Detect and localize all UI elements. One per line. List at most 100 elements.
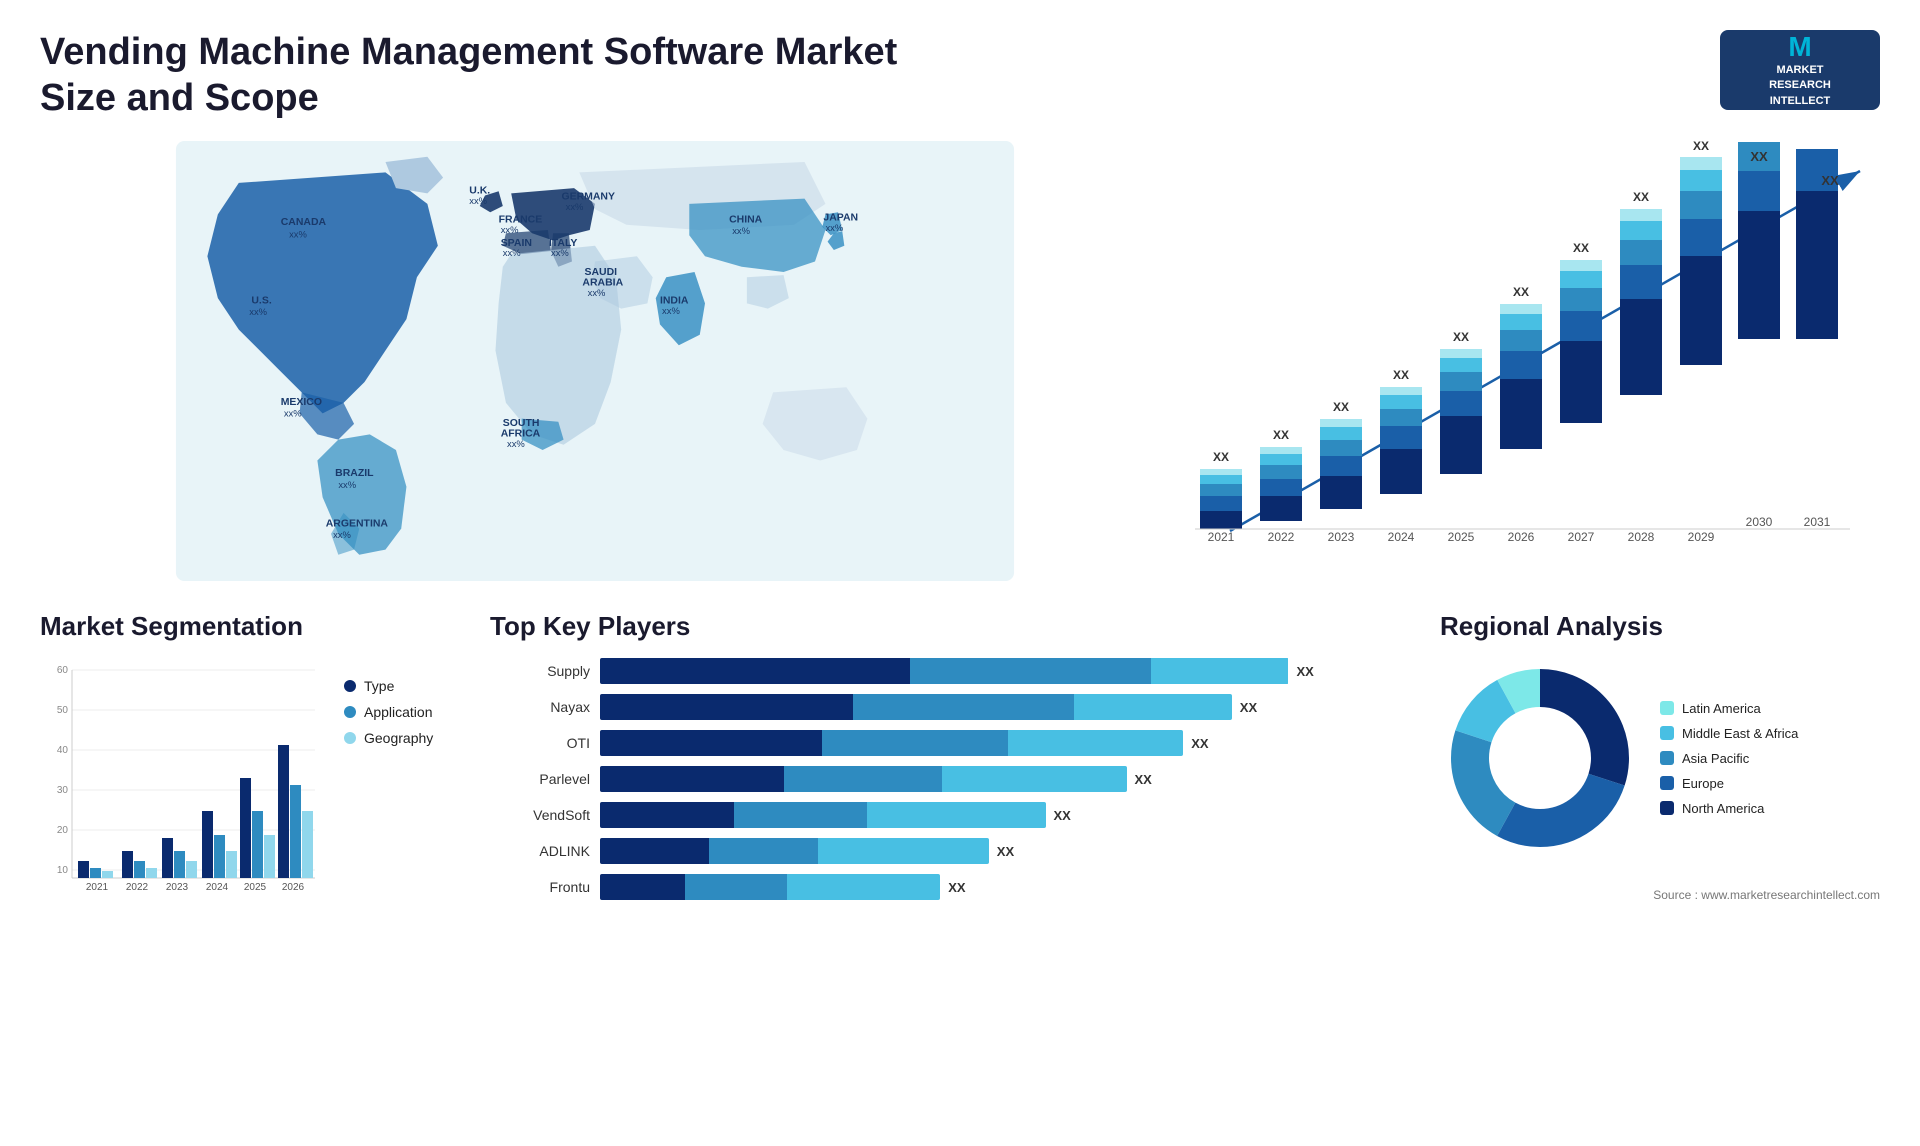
- player-bar-adlink: XX: [600, 838, 1410, 864]
- svg-text:2021: 2021: [1208, 530, 1235, 544]
- legend-label-application: Application: [364, 704, 433, 720]
- player-row-frontu: Frontu XX: [490, 874, 1410, 900]
- svg-text:xx%: xx%: [732, 225, 750, 236]
- svg-text:XX: XX: [1333, 400, 1349, 414]
- svg-text:xx%: xx%: [333, 529, 351, 540]
- regional-section: Regional Analysis: [1440, 611, 1880, 902]
- reg-legend-asia-pacific: Asia Pacific: [1660, 751, 1798, 766]
- svg-text:xx%: xx%: [469, 195, 487, 206]
- svg-text:2023: 2023: [166, 882, 189, 893]
- logo: M MARKET RESEARCH INTELLECT: [1720, 30, 1880, 110]
- legend-dot-application: [344, 706, 356, 718]
- regional-title: Regional Analysis: [1440, 611, 1880, 642]
- svg-text:60: 60: [57, 665, 69, 676]
- logo-content: M MARKET RESEARCH INTELLECT: [1769, 31, 1831, 109]
- legend-label-type: Type: [364, 678, 394, 694]
- svg-text:2028: 2028: [1628, 530, 1655, 544]
- svg-text:XX: XX: [1750, 149, 1768, 164]
- regional-content: Latin America Middle East & Africa Asia …: [1440, 658, 1880, 858]
- players-section: Top Key Players Supply XX Nayax: [490, 611, 1410, 910]
- player-row-parlevel: Parlevel XX: [490, 766, 1410, 792]
- svg-text:xx%: xx%: [588, 287, 606, 298]
- svg-text:30: 30: [57, 785, 69, 796]
- player-val-oti: XX: [1191, 736, 1208, 751]
- svg-text:XX: XX: [1693, 141, 1709, 153]
- svg-text:SAUDI: SAUDI: [585, 267, 618, 278]
- segmentation-section: Market Segmentation 60 50 40 30 20 10: [40, 611, 460, 898]
- svg-text:xx%: xx%: [249, 306, 267, 317]
- player-bar-oti: XX: [600, 730, 1410, 756]
- players-title: Top Key Players: [490, 611, 1410, 642]
- map-svg: CANADA xx% U.S. xx% MEXICO xx% BRAZIL xx…: [40, 141, 1150, 581]
- player-name-frontu: Frontu: [490, 879, 590, 895]
- player-row-vendsoft: VendSoft XX: [490, 802, 1410, 828]
- reg-legend-europe: Europe: [1660, 776, 1798, 791]
- svg-text:2022: 2022: [126, 882, 149, 893]
- legend-dot-type: [344, 680, 356, 692]
- svg-text:2021: 2021: [86, 882, 109, 893]
- svg-text:XX: XX: [1213, 450, 1229, 464]
- regional-legend: Latin America Middle East & Africa Asia …: [1660, 701, 1798, 816]
- legend-dot-geography: [344, 732, 356, 744]
- players-bars: Supply XX Nayax: [490, 658, 1410, 900]
- logo-box: M MARKET RESEARCH INTELLECT: [1720, 30, 1880, 110]
- svg-text:20: 20: [57, 825, 69, 836]
- legend-item-type: Type: [344, 678, 433, 694]
- svg-text:XX: XX: [1633, 190, 1649, 204]
- player-bar-vendsoft: XX: [600, 802, 1410, 828]
- source-text: Source : www.marketresearchintellect.com: [1440, 888, 1880, 902]
- svg-text:xx%: xx%: [825, 222, 843, 233]
- svg-text:2027: 2027: [1568, 530, 1595, 544]
- svg-text:xx%: xx%: [289, 229, 307, 240]
- player-bar-frontu: XX: [600, 874, 1410, 900]
- svg-text:2026: 2026: [1508, 530, 1535, 544]
- player-val-vendsoft: XX: [1054, 808, 1071, 823]
- svg-text:U.S.: U.S.: [251, 296, 271, 307]
- player-bar-supply: XX: [600, 658, 1410, 684]
- player-name-oti: OTI: [490, 735, 590, 751]
- legend-label-geography: Geography: [364, 730, 433, 746]
- reg-label-europe: Europe: [1682, 776, 1724, 791]
- page-title: Vending Machine Management Software Mark…: [40, 30, 940, 121]
- svg-text:XX: XX: [1513, 285, 1529, 299]
- reg-label-latin-america: Latin America: [1682, 701, 1761, 716]
- svg-text:2024: 2024: [206, 882, 229, 893]
- svg-text:2025: 2025: [244, 882, 267, 893]
- bar-chart: XX 2021 XX 2022 XX 2023 XX 20: [1180, 141, 1880, 581]
- svg-text:2029: 2029: [1688, 530, 1715, 544]
- reg-label-asia-pacific: Asia Pacific: [1682, 751, 1749, 766]
- reg-dot-europe: [1660, 776, 1674, 790]
- logo-text: MARKET RESEARCH INTELLECT: [1769, 63, 1831, 109]
- player-row-nayax: Nayax XX: [490, 694, 1410, 720]
- bottom-section: Market Segmentation 60 50 40 30 20 10: [40, 611, 1880, 910]
- top-section: CANADA xx% U.S. xx% MEXICO xx% BRAZIL xx…: [40, 141, 1880, 581]
- player-bar-parlevel: XX: [600, 766, 1410, 792]
- svg-text:CANADA: CANADA: [281, 217, 327, 228]
- svg-text:2022: 2022: [1268, 530, 1295, 544]
- svg-text:XX: XX: [1273, 428, 1289, 442]
- player-name-parlevel: Parlevel: [490, 771, 590, 787]
- svg-text:xx%: xx%: [284, 408, 302, 419]
- world-map: CANADA xx% U.S. xx% MEXICO xx% BRAZIL xx…: [40, 141, 1150, 581]
- reg-dot-latin-america: [1660, 701, 1674, 715]
- svg-text:2025: 2025: [1448, 530, 1475, 544]
- player-name-supply: Supply: [490, 663, 590, 679]
- player-val-frontu: XX: [948, 880, 965, 895]
- segmentation-svg: 60 50 40 30 20 10: [40, 658, 320, 898]
- svg-text:xx%: xx%: [503, 247, 521, 258]
- reg-label-middle-east: Middle East & Africa: [1682, 726, 1798, 741]
- donut-chart: [1440, 658, 1640, 858]
- svg-text:xx%: xx%: [501, 224, 519, 235]
- player-row-supply: Supply XX: [490, 658, 1410, 684]
- svg-text:ARGENTINA: ARGENTINA: [326, 519, 389, 530]
- svg-text:2024: 2024: [1388, 530, 1415, 544]
- bar-chart-svg: XX 2021 XX 2022 XX 2023 XX 20: [1180, 141, 1880, 581]
- svg-text:50: 50: [57, 705, 69, 716]
- svg-text:2023: 2023: [1328, 530, 1355, 544]
- player-val-supply: XX: [1297, 664, 1314, 679]
- svg-text:XX: XX: [1573, 241, 1589, 255]
- reg-legend-latin-america: Latin America: [1660, 701, 1798, 716]
- page-header: Vending Machine Management Software Mark…: [40, 30, 1880, 121]
- svg-text:xx%: xx%: [662, 305, 680, 316]
- reg-legend-middle-east: Middle East & Africa: [1660, 726, 1798, 741]
